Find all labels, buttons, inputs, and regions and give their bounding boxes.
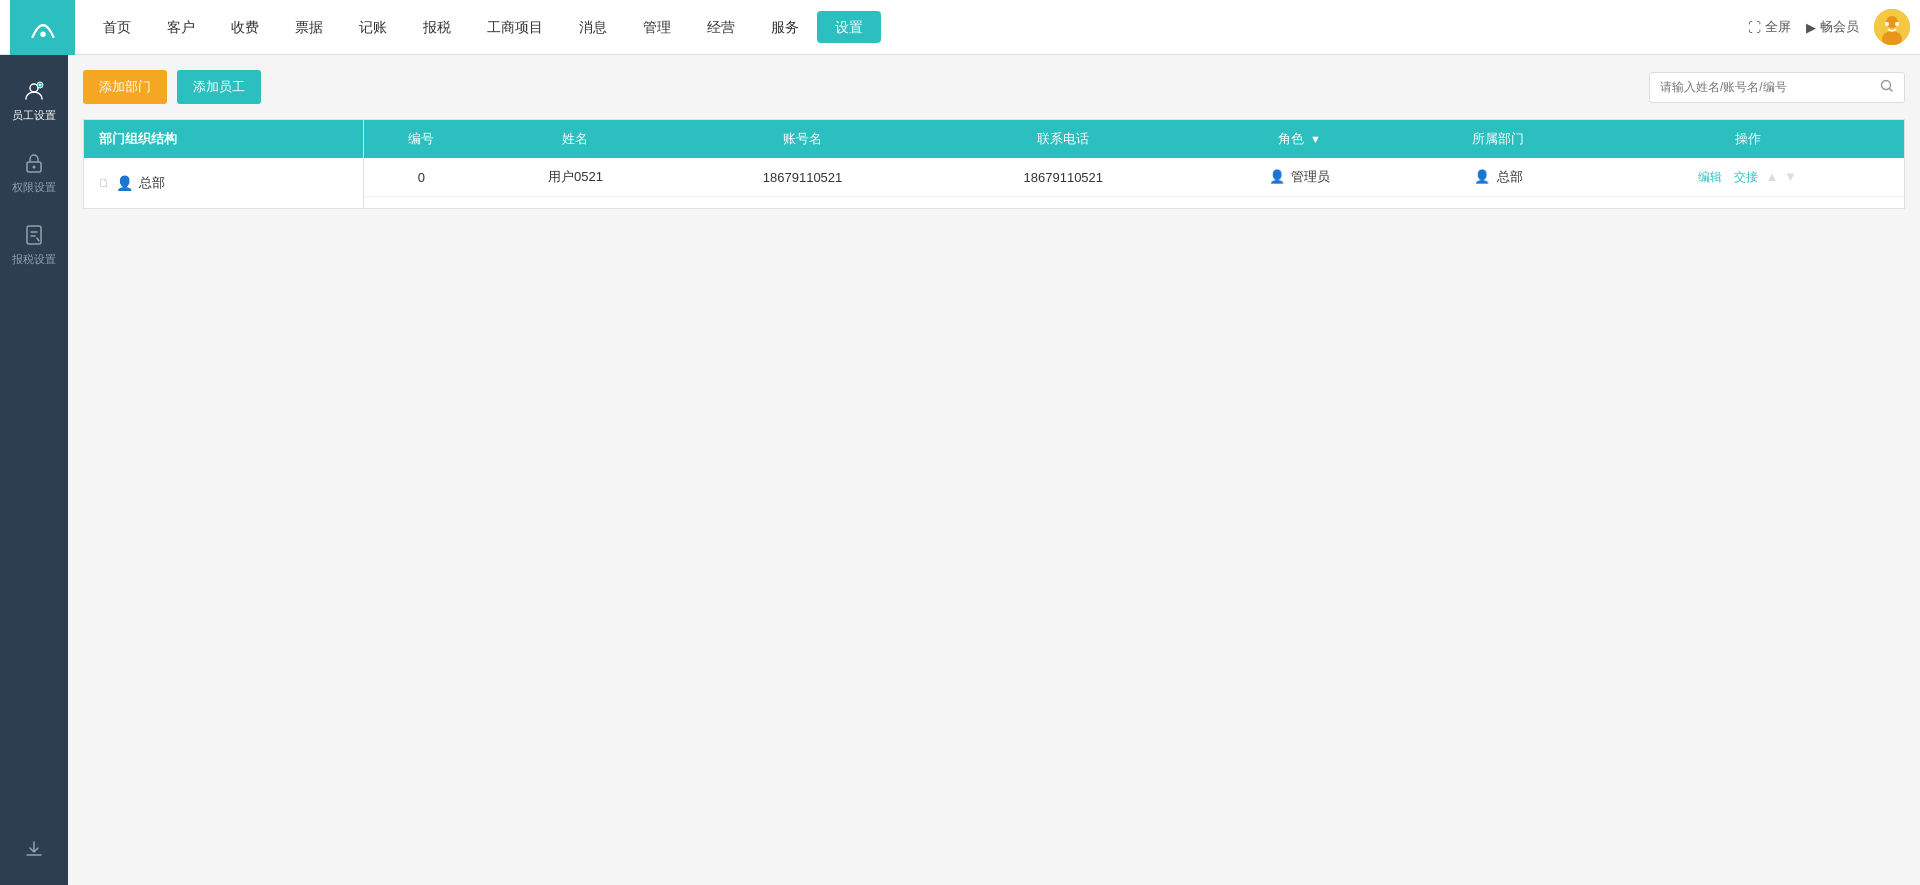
cell-dept: 👤 总部 xyxy=(1406,158,1592,197)
fullscreen-icon: ⛶ xyxy=(1748,20,1761,35)
cell-account: 18679110521 xyxy=(672,158,933,197)
th-account: 账号名 xyxy=(672,120,933,158)
person-settings-icon xyxy=(22,79,46,103)
dept-tree: 部门组织结构 🗋 👤 总部 xyxy=(84,120,364,208)
sidebar-label-permissions: 权限设置 xyxy=(12,180,56,195)
nav-customer[interactable]: 客户 xyxy=(149,0,213,55)
nav-settings[interactable]: 设置 xyxy=(817,11,881,43)
svg-point-2 xyxy=(1886,16,1898,28)
sidebar-item-tax-settings[interactable]: 报税设置 xyxy=(0,209,68,281)
nav-operation[interactable]: 经营 xyxy=(689,0,753,55)
filter-icon[interactable]: ▼ xyxy=(1310,133,1321,145)
tax-icon xyxy=(22,223,46,247)
dept-file-icon: 🗋 xyxy=(98,176,110,190)
dept-name: 总部 xyxy=(139,174,165,192)
nav-tax[interactable]: 报税 xyxy=(405,0,469,55)
nav-accounting[interactable]: 记账 xyxy=(341,0,405,55)
top-nav: 首页 客户 收费 票据 记账 报税 工商项目 消息 管理 经营 服务 设置 ⛶ … xyxy=(0,0,1920,55)
sidebar: 员工设置 权限设置 报税设置 xyxy=(0,55,68,885)
cell-name: 用户0521 xyxy=(479,158,673,197)
main-content: 添加部门 添加员工 部门组织结构 🗋 👤 xyxy=(68,55,1920,885)
nav-right: ⛶ 全屏 ▶ 畅会员 xyxy=(1748,9,1910,45)
table-row: 0 用户0521 18679110521 18679110521 👤 管理员 👤… xyxy=(364,158,1904,197)
toolbar: 添加部门 添加员工 xyxy=(83,70,1905,104)
cell-actions: 编辑 交接 ▲ ▼ xyxy=(1591,158,1904,197)
svg-point-4 xyxy=(1885,22,1889,26)
scroll-up-btn[interactable]: ▲ xyxy=(1765,169,1778,184)
svg-point-9 xyxy=(33,166,36,169)
content-area: 部门组织结构 🗋 👤 总部 编号 姓名 账号名 xyxy=(83,119,1905,209)
nav-message[interactable]: 消息 xyxy=(561,0,625,55)
nav-business[interactable]: 工商项目 xyxy=(469,0,561,55)
nav-fee[interactable]: 收费 xyxy=(213,0,277,55)
nav-items: 首页 客户 收费 票据 记账 报税 工商项目 消息 管理 经营 服务 设置 xyxy=(75,0,1748,55)
logo xyxy=(10,0,75,55)
dept-col-icon: 👤 xyxy=(1474,169,1490,184)
role-user-icon: 👤 xyxy=(1269,169,1285,184)
edit-link[interactable]: 编辑 xyxy=(1698,170,1722,184)
th-name: 姓名 xyxy=(479,120,673,158)
cell-id: 0 xyxy=(364,158,479,197)
scroll-down-btn[interactable]: ▼ xyxy=(1784,169,1797,184)
download-icon xyxy=(22,837,46,861)
add-dept-button[interactable]: 添加部门 xyxy=(83,70,167,104)
search-box xyxy=(1649,72,1905,103)
handover-link[interactable]: 交接 xyxy=(1734,170,1758,184)
nav-manage[interactable]: 管理 xyxy=(625,0,689,55)
sidebar-bottom xyxy=(22,823,46,885)
sidebar-label-tax: 报税设置 xyxy=(12,252,56,267)
search-input[interactable] xyxy=(1650,74,1870,100)
sidebar-item-employee[interactable]: 员工设置 xyxy=(0,65,68,137)
nav-bills[interactable]: 票据 xyxy=(277,0,341,55)
lock-icon xyxy=(22,151,46,175)
table-header-row: 编号 姓名 账号名 联系电话 角色 ▼ 所属部门 操作 xyxy=(364,120,1904,158)
sidebar-item-permissions[interactable]: 权限设置 xyxy=(0,137,68,209)
th-id: 编号 xyxy=(364,120,479,158)
avatar[interactable] xyxy=(1874,9,1910,45)
cell-role: 👤 管理员 xyxy=(1194,158,1406,197)
th-actions: 操作 xyxy=(1591,120,1904,158)
sidebar-item-download[interactable] xyxy=(22,823,46,875)
layout: 员工设置 权限设置 报税设置 xyxy=(0,55,1920,885)
cell-phone: 18679110521 xyxy=(933,158,1194,197)
dept-tree-body: 🗋 👤 总部 xyxy=(84,158,363,208)
vip-btn[interactable]: ▶ 畅会员 xyxy=(1806,18,1859,36)
nav-home[interactable]: 首页 xyxy=(85,0,149,55)
dept-tree-header: 部门组织结构 xyxy=(84,120,363,158)
add-emp-button[interactable]: 添加员工 xyxy=(177,70,261,104)
sidebar-label-employee: 员工设置 xyxy=(12,108,56,123)
dept-user-icon: 👤 xyxy=(116,175,133,191)
video-icon: ▶ xyxy=(1806,20,1816,35)
th-role: 角色 ▼ xyxy=(1194,120,1406,158)
svg-point-5 xyxy=(1895,22,1899,26)
search-button[interactable] xyxy=(1870,73,1904,102)
th-dept: 所属部门 xyxy=(1406,120,1592,158)
svg-point-0 xyxy=(40,32,45,37)
fullscreen-btn[interactable]: ⛶ 全屏 xyxy=(1748,18,1791,36)
dept-item-general[interactable]: 🗋 👤 总部 xyxy=(94,168,353,198)
nav-service[interactable]: 服务 xyxy=(753,0,817,55)
th-phone: 联系电话 xyxy=(933,120,1194,158)
employee-table: 编号 姓名 账号名 联系电话 角色 ▼ 所属部门 操作 xyxy=(364,120,1904,208)
